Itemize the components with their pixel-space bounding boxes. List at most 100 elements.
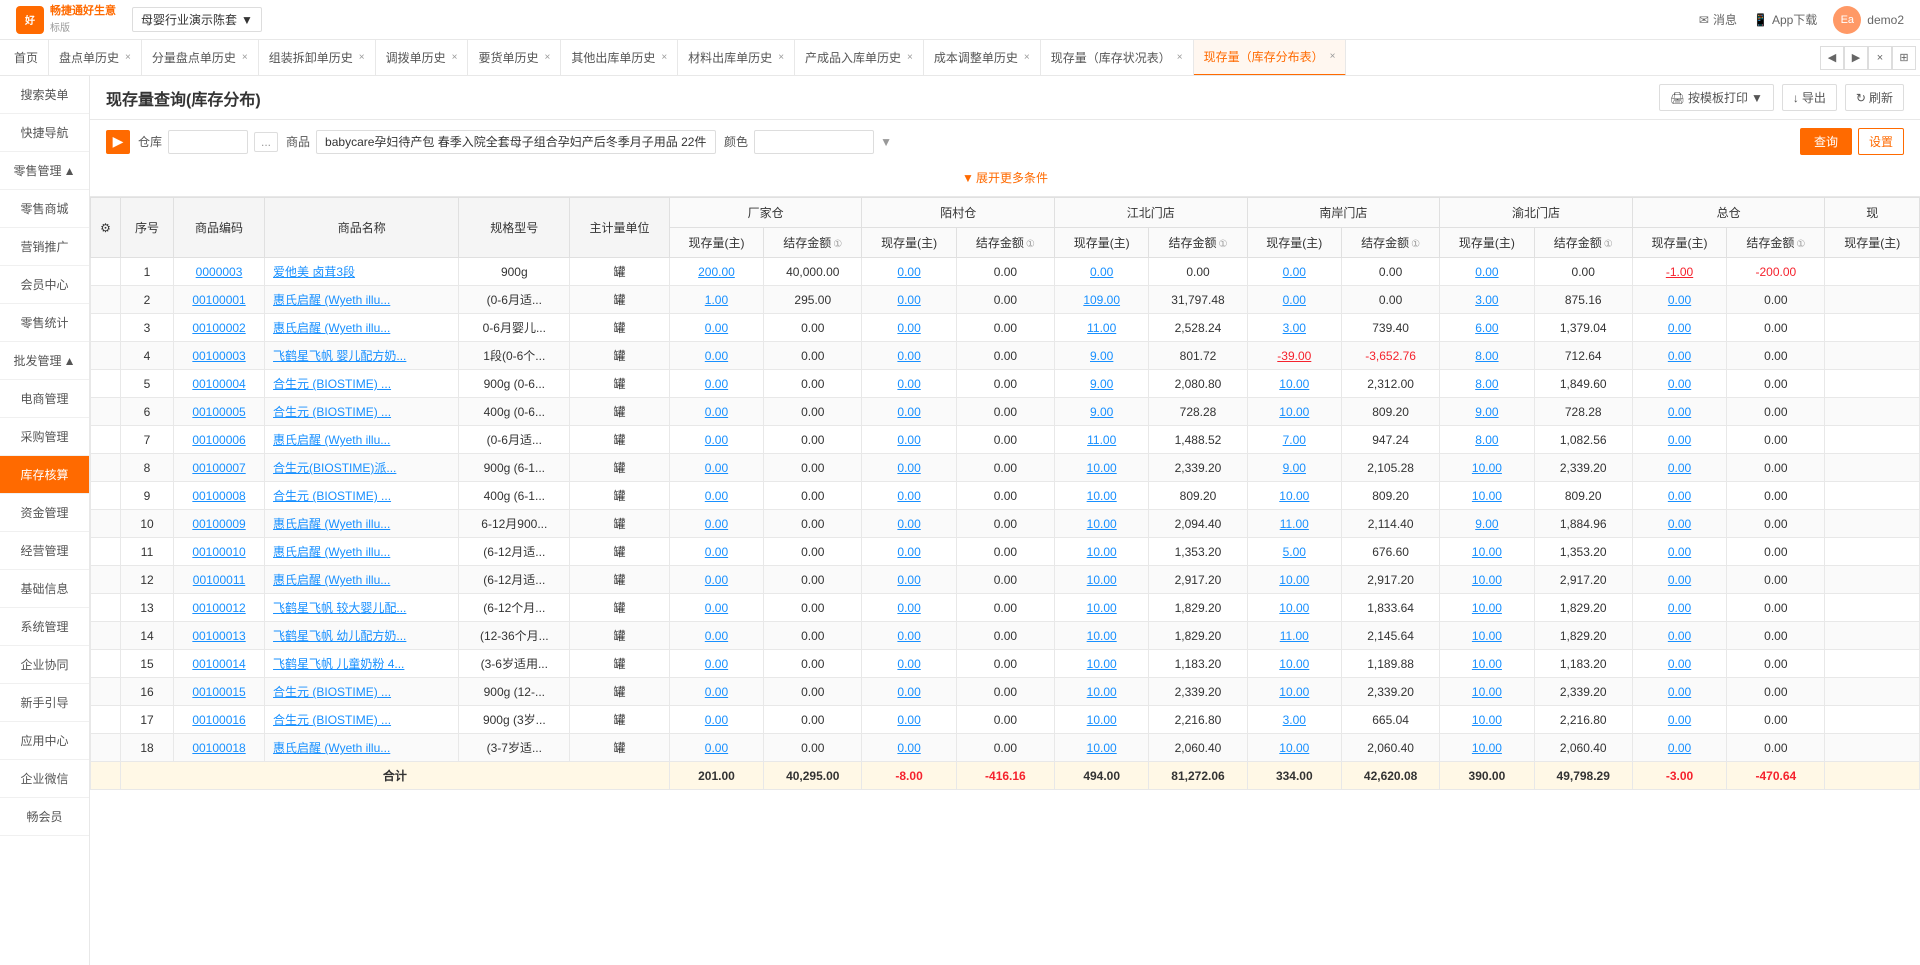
row-code[interactable]: 00100007 [174, 454, 265, 482]
row-c3-qty[interactable]: 10.00 [1055, 678, 1149, 706]
row-c4-qty[interactable]: 10.00 [1247, 734, 1341, 762]
row-c5-qty[interactable]: 6.00 [1440, 314, 1534, 342]
sidebar-item-retail-stats[interactable]: 零售统计 [0, 304, 89, 342]
sidebar-item-retail-mgmt[interactable]: 零售管理 ▲ [0, 152, 89, 190]
row-c2-qty[interactable]: 0.00 [862, 398, 956, 426]
sidebar-item-search[interactable]: 搜索英单 [0, 76, 89, 114]
close-tab-9[interactable]: × [1177, 52, 1183, 63]
row-c2-qty[interactable]: 0.00 [862, 454, 956, 482]
row-t-qty[interactable]: 0.00 [1632, 650, 1726, 678]
row-c1-qty[interactable]: 0.00 [669, 594, 763, 622]
row-c2-qty[interactable]: 0.00 [862, 426, 956, 454]
row-c5-qty[interactable]: 10.00 [1440, 706, 1534, 734]
row-c2-qty[interactable]: 0.00 [862, 622, 956, 650]
tab-2[interactable]: 组装拆卸单历史 × [259, 40, 376, 76]
close-tab-1[interactable]: × [242, 52, 248, 63]
row-c3-qty[interactable]: 10.00 [1055, 650, 1149, 678]
row-c1-qty[interactable]: 0.00 [669, 622, 763, 650]
sidebar-item-collab[interactable]: 企业协同 [0, 646, 89, 684]
message-btn[interactable]: ✉ 消息 [1699, 11, 1737, 28]
row-c1-qty[interactable]: 0.00 [669, 314, 763, 342]
row-code[interactable]: 0000003 [174, 258, 265, 286]
row-t-qty[interactable]: 0.00 [1632, 370, 1726, 398]
row-t-qty[interactable]: -1.00 [1632, 258, 1726, 286]
row-code[interactable]: 00100001 [174, 286, 265, 314]
sidebar-item-guide[interactable]: 新手引导 [0, 684, 89, 722]
row-c2-qty[interactable]: 0.00 [862, 594, 956, 622]
row-c5-qty[interactable]: 10.00 [1440, 566, 1534, 594]
row-name[interactable]: 惠氏启醒 (Wyeth illu... [265, 286, 459, 314]
sidebar-item-member2[interactable]: 畅会员 [0, 798, 89, 836]
row-name[interactable]: 合生元 (BIOSTIME) ... [265, 370, 459, 398]
row-c1-qty[interactable]: 0.00 [669, 454, 763, 482]
row-name[interactable]: 惠氏启醒 (Wyeth illu... [265, 734, 459, 762]
close-tab-8[interactable]: × [1024, 52, 1030, 63]
user-area[interactable]: Ea demo2 [1833, 6, 1904, 34]
close-tab-3[interactable]: × [452, 52, 458, 63]
row-code[interactable]: 00100015 [174, 678, 265, 706]
row-t-qty[interactable]: 0.00 [1632, 678, 1726, 706]
row-name[interactable]: 飞鹤星飞帆 较大婴儿配... [265, 594, 459, 622]
row-c1-qty[interactable]: 0.00 [669, 650, 763, 678]
tab-7[interactable]: 产成品入库单历史 × [795, 40, 924, 76]
row-c3-qty[interactable]: 10.00 [1055, 566, 1149, 594]
sidebar-item-retail-shop[interactable]: 零售商城 [0, 190, 89, 228]
row-t-qty[interactable]: 0.00 [1632, 622, 1726, 650]
row-t-qty[interactable]: 0.00 [1632, 398, 1726, 426]
sidebar-item-wechat[interactable]: 企业微信 [0, 760, 89, 798]
row-code[interactable]: 00100004 [174, 370, 265, 398]
row-c5-qty[interactable]: 10.00 [1440, 622, 1534, 650]
row-c2-qty[interactable]: 0.00 [862, 706, 956, 734]
nav-expand-btn[interactable]: ⊞ [1892, 46, 1916, 70]
nav-next-btn[interactable]: ▶ [1844, 46, 1868, 70]
row-c1-qty[interactable]: 0.00 [669, 538, 763, 566]
row-c4-qty[interactable]: 10.00 [1247, 594, 1341, 622]
row-c2-qty[interactable]: 0.00 [862, 678, 956, 706]
sidebar-item-base[interactable]: 基础信息 [0, 570, 89, 608]
settings-btn[interactable]: 设置 [1858, 128, 1904, 155]
row-t-qty[interactable]: 0.00 [1632, 538, 1726, 566]
row-c1-qty[interactable]: 0.00 [669, 678, 763, 706]
row-code[interactable]: 00100012 [174, 594, 265, 622]
row-c3-qty[interactable]: 10.00 [1055, 510, 1149, 538]
row-t-qty[interactable]: 0.00 [1632, 510, 1726, 538]
row-c3-qty[interactable]: 9.00 [1055, 398, 1149, 426]
row-c4-qty[interactable]: 3.00 [1247, 314, 1341, 342]
row-c4-qty[interactable]: 10.00 [1247, 482, 1341, 510]
row-c3-qty[interactable]: 10.00 [1055, 538, 1149, 566]
row-c4-qty[interactable]: 10.00 [1247, 370, 1341, 398]
row-c4-qty[interactable]: 11.00 [1247, 622, 1341, 650]
row-c1-qty[interactable]: 0.00 [669, 398, 763, 426]
query-btn[interactable]: 查询 [1800, 128, 1852, 155]
row-c5-qty[interactable]: 3.00 [1440, 286, 1534, 314]
row-t-qty[interactable]: 0.00 [1632, 734, 1726, 762]
row-t-qty[interactable]: 0.00 [1632, 426, 1726, 454]
row-c5-qty[interactable]: 0.00 [1440, 258, 1534, 286]
row-t-qty[interactable]: 0.00 [1632, 286, 1726, 314]
sidebar-item-marketing[interactable]: 营销推广 [0, 228, 89, 266]
row-code[interactable]: 00100005 [174, 398, 265, 426]
row-c4-qty[interactable]: -39.00 [1247, 342, 1341, 370]
row-c2-qty[interactable]: 0.00 [862, 734, 956, 762]
row-t-qty[interactable]: 0.00 [1632, 454, 1726, 482]
row-code[interactable]: 00100002 [174, 314, 265, 342]
row-c4-qty[interactable]: 10.00 [1247, 650, 1341, 678]
tab-1[interactable]: 分量盘点单历史 × [142, 40, 259, 76]
row-t-qty[interactable]: 0.00 [1632, 482, 1726, 510]
row-c3-qty[interactable]: 11.00 [1055, 314, 1149, 342]
tab-0[interactable]: 盘点单历史 × [49, 40, 142, 76]
row-c5-qty[interactable]: 10.00 [1440, 594, 1534, 622]
row-c3-qty[interactable]: 10.00 [1055, 594, 1149, 622]
row-name[interactable]: 飞鹤星飞帆 婴儿配方奶... [265, 342, 459, 370]
row-c1-qty[interactable]: 0.00 [669, 706, 763, 734]
row-c3-qty[interactable]: 10.00 [1055, 482, 1149, 510]
row-name[interactable]: 合生元 (BIOSTIME) ... [265, 706, 459, 734]
row-c1-qty[interactable]: 1.00 [669, 286, 763, 314]
nav-close-btn[interactable]: × [1868, 46, 1892, 70]
row-code[interactable]: 00100003 [174, 342, 265, 370]
row-c2-qty[interactable]: 0.00 [862, 538, 956, 566]
tab-5[interactable]: 其他出库单历史 × [561, 40, 678, 76]
row-c3-qty[interactable]: 9.00 [1055, 370, 1149, 398]
table-container[interactable]: ⚙ 序号 商品编码 商品名称 规格型号 主计量单位 厂家仓 陌村仓 江北门店 南… [90, 197, 1920, 965]
row-c3-qty[interactable]: 0.00 [1055, 258, 1149, 286]
